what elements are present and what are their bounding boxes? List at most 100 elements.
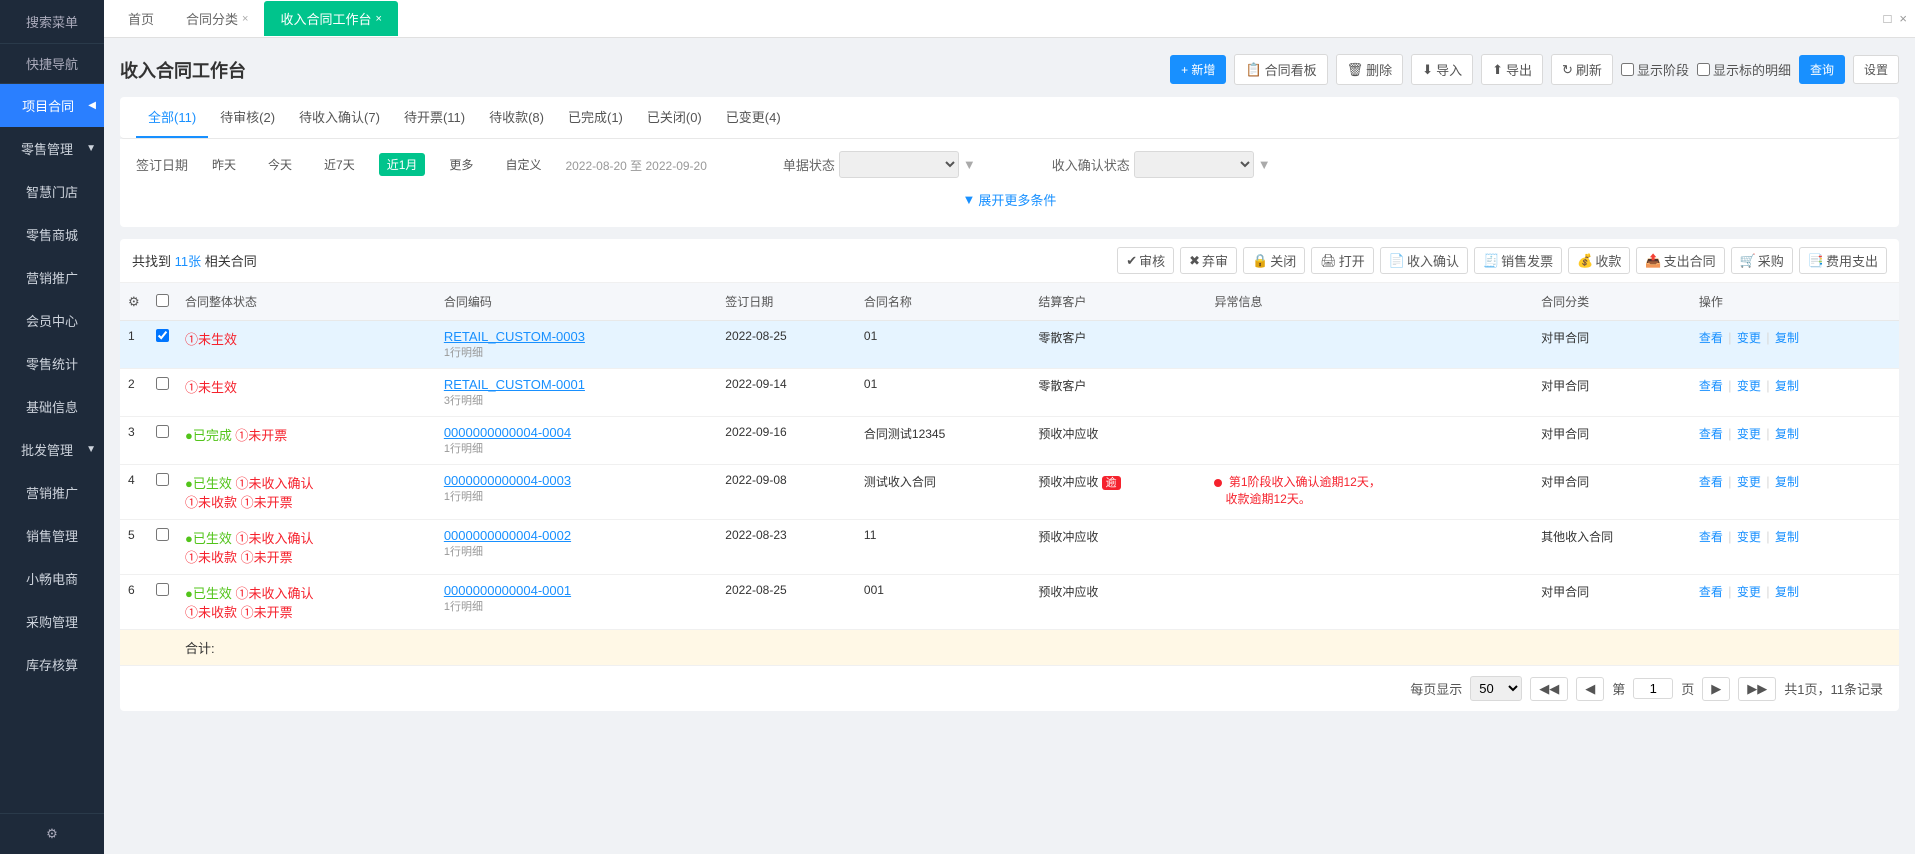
filter-tab-completed[interactable]: 已完成(1) <box>556 97 635 138</box>
purchase-btn[interactable]: 🛒 采购 <box>1731 247 1793 274</box>
sidebar-item-marketing[interactable]: 营销推广 <box>0 256 104 299</box>
filter-tab-pending-review[interactable]: 待审核(2) <box>208 97 287 138</box>
row5-checkbox[interactable] <box>156 528 169 541</box>
row3-code-link[interactable]: 0000000000004-0004 <box>444 425 571 440</box>
last-page-btn[interactable]: ▶▶ <box>1738 677 1776 701</box>
filter-tab-all[interactable]: 全部(11) <box>136 97 208 138</box>
filter-tab-closed[interactable]: 已关闭(0) <box>635 97 714 138</box>
row4-edit-btn[interactable]: 变更 <box>1737 475 1761 489</box>
row4-code-link[interactable]: 0000000000004-0003 <box>444 473 571 488</box>
date-btn-1month[interactable]: 近1月 <box>379 153 426 176</box>
review-btn[interactable]: ✔ 审核 <box>1117 247 1174 274</box>
per-page-select[interactable]: 50 10 20 100 <box>1470 676 1522 701</box>
refresh-button[interactable]: ↻ 刷新 <box>1551 54 1613 85</box>
sidebar-item-smart-store[interactable]: 智慧门店 <box>0 170 104 213</box>
filter-tab-pending-payment[interactable]: 待收款(8) <box>477 97 556 138</box>
window-close-icon[interactable]: × <box>1899 11 1907 26</box>
row1-checkbox[interactable] <box>156 329 169 342</box>
row5-view-btn[interactable]: 查看 <box>1699 530 1723 544</box>
export-button[interactable]: ⬆ 导出 <box>1481 54 1543 85</box>
filter-tab-pending-invoice[interactable]: 待开票(11) <box>392 97 477 138</box>
sidebar-item-member[interactable]: 会员中心 <box>0 299 104 342</box>
prev-page-btn[interactable]: ◀ <box>1576 677 1604 701</box>
row5-edit-btn[interactable]: 变更 <box>1737 530 1761 544</box>
row5-code-link[interactable]: 0000000000004-0002 <box>444 528 571 543</box>
row4-copy-btn[interactable]: 复制 <box>1775 475 1799 489</box>
row6-edit-btn[interactable]: 变更 <box>1737 585 1761 599</box>
select-all-checkbox[interactable] <box>156 294 169 307</box>
sidebar-search[interactable]: 搜索菜单 <box>0 0 104 44</box>
date-btn-custom[interactable]: 自定义 <box>497 153 549 176</box>
purchase-out-btn[interactable]: 📤 支出合同 <box>1636 247 1724 274</box>
row3-view-btn[interactable]: 查看 <box>1699 427 1723 441</box>
settings-col-icon[interactable]: ⚙ <box>128 294 140 309</box>
date-btn-7days[interactable]: 近7天 <box>316 153 363 176</box>
close-btn[interactable]: 🔒 关闭 <box>1243 247 1305 274</box>
delete-button[interactable]: 🗑 删除 <box>1336 54 1404 85</box>
sidebar-item-xiaowei[interactable]: 小畅电商 <box>0 557 104 600</box>
show-details-checkbox[interactable]: 显示标的明细 <box>1697 60 1791 79</box>
row1-code-link[interactable]: RETAIL_CUSTOM-0003 <box>444 329 585 344</box>
filter-tab-pending-income-confirm[interactable]: 待收入确认(7) <box>287 97 392 138</box>
contract-board-button[interactable]: 📋 合同看板 <box>1234 54 1327 85</box>
row3-checkbox[interactable] <box>156 425 169 438</box>
sidebar-item-retail-mgmt[interactable]: 零售管理 <box>0 127 104 170</box>
tab-contract-category[interactable]: 合同分类 × <box>170 1 264 36</box>
first-page-btn[interactable]: ◀◀ <box>1530 677 1568 701</box>
row3-copy-btn[interactable]: 复制 <box>1775 427 1799 441</box>
date-btn-more[interactable]: 更多 <box>441 153 481 176</box>
print-btn[interactable]: 🖨 打开 <box>1311 247 1374 274</box>
query-button[interactable]: 查询 <box>1799 55 1845 84</box>
row1-copy-btn[interactable]: 复制 <box>1775 331 1799 345</box>
sidebar-item-wholesale-mgmt[interactable]: 批发管理 <box>0 428 104 471</box>
sidebar-item-inventory[interactable]: 库存核算 <box>0 643 104 686</box>
tabbar: 首页 合同分类 × 收入合同工作台 × □ × <box>104 0 1915 38</box>
row6-checkbox[interactable] <box>156 583 169 596</box>
row1-view-btn[interactable]: 查看 <box>1699 331 1723 345</box>
show-stages-checkbox[interactable]: 显示阶段 <box>1621 60 1689 79</box>
sidebar-item-base-info[interactable]: 基础信息 <box>0 385 104 428</box>
row4-checkbox[interactable] <box>156 473 169 486</box>
add-button[interactable]: + 新增 <box>1170 55 1226 84</box>
tab-close-income-workbench[interactable]: × <box>375 13 381 25</box>
row2-checkbox[interactable] <box>156 377 169 390</box>
date-btn-yesterday[interactable]: 昨天 <box>204 153 244 176</box>
window-restore-icon[interactable]: □ <box>1884 11 1892 26</box>
date-btn-today[interactable]: 今天 <box>260 153 300 176</box>
sidebar-item-marketing2[interactable]: 营销推广 <box>0 471 104 514</box>
row6-view-btn[interactable]: 查看 <box>1699 585 1723 599</box>
sidebar-item-project[interactable]: 项目合同 <box>0 84 104 127</box>
doc-status-select[interactable] <box>839 151 959 178</box>
filter-tab-changed[interactable]: 已变更(4) <box>714 97 793 138</box>
sidebar-item-retail-stats[interactable]: 零售统计 <box>0 342 104 385</box>
row3-edit-btn[interactable]: 变更 <box>1737 427 1761 441</box>
sales-invoice-btn[interactable]: 🧾 销售发票 <box>1474 247 1562 274</box>
sidebar-item-sales-mgmt[interactable]: 销售管理 <box>0 514 104 557</box>
next-page-btn[interactable]: ▶ <box>1702 677 1730 701</box>
income-confirm-select[interactable] <box>1134 151 1254 178</box>
tab-home[interactable]: 首页 <box>112 1 170 36</box>
import-button[interactable]: ⬇ 导入 <box>1411 54 1473 85</box>
row5-copy-btn[interactable]: 复制 <box>1775 530 1799 544</box>
row4-view-btn[interactable]: 查看 <box>1699 475 1723 489</box>
row2-edit-btn[interactable]: 变更 <box>1737 379 1761 393</box>
row6-code-link[interactable]: 0000000000004-0001 <box>444 583 571 598</box>
page-number-input[interactable] <box>1633 678 1673 699</box>
sidebar-item-purchase-mgmt[interactable]: 采购管理 <box>0 600 104 643</box>
row2-copy-btn[interactable]: 复制 <box>1775 379 1799 393</box>
settings-button[interactable]: 设置 <box>1853 55 1899 84</box>
row2-view-btn[interactable]: 查看 <box>1699 379 1723 393</box>
sidebar-quick-nav[interactable]: 快捷导航 <box>0 44 104 84</box>
expense-out-btn[interactable]: 📑 费用支出 <box>1799 247 1887 274</box>
tab-close-contract-category[interactable]: × <box>242 13 248 25</box>
row6-copy-btn[interactable]: 复制 <box>1775 585 1799 599</box>
row2-code-link[interactable]: RETAIL_CUSTOM-0001 <box>444 377 585 392</box>
sidebar-item-retail-mall[interactable]: 零售商城 <box>0 213 104 256</box>
tab-income-workbench[interactable]: 收入合同工作台 × <box>264 1 397 36</box>
payment-btn[interactable]: 💰 收款 <box>1568 247 1630 274</box>
abandon-btn[interactable]: ✖ 弃审 <box>1180 247 1237 274</box>
row1-edit-btn[interactable]: 变更 <box>1737 331 1761 345</box>
income-confirm-btn[interactable]: 📄 收入确认 <box>1380 247 1468 274</box>
expand-filter-btn[interactable]: ▼ 展开更多条件 <box>957 184 1063 215</box>
sidebar-settings[interactable]: ⚙ <box>0 813 104 854</box>
